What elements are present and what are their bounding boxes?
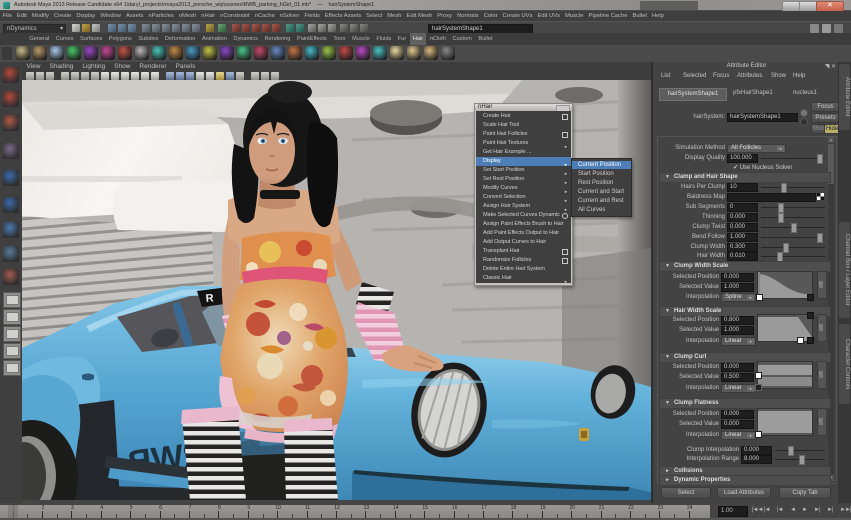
svg-text:R: R: [205, 292, 214, 305]
